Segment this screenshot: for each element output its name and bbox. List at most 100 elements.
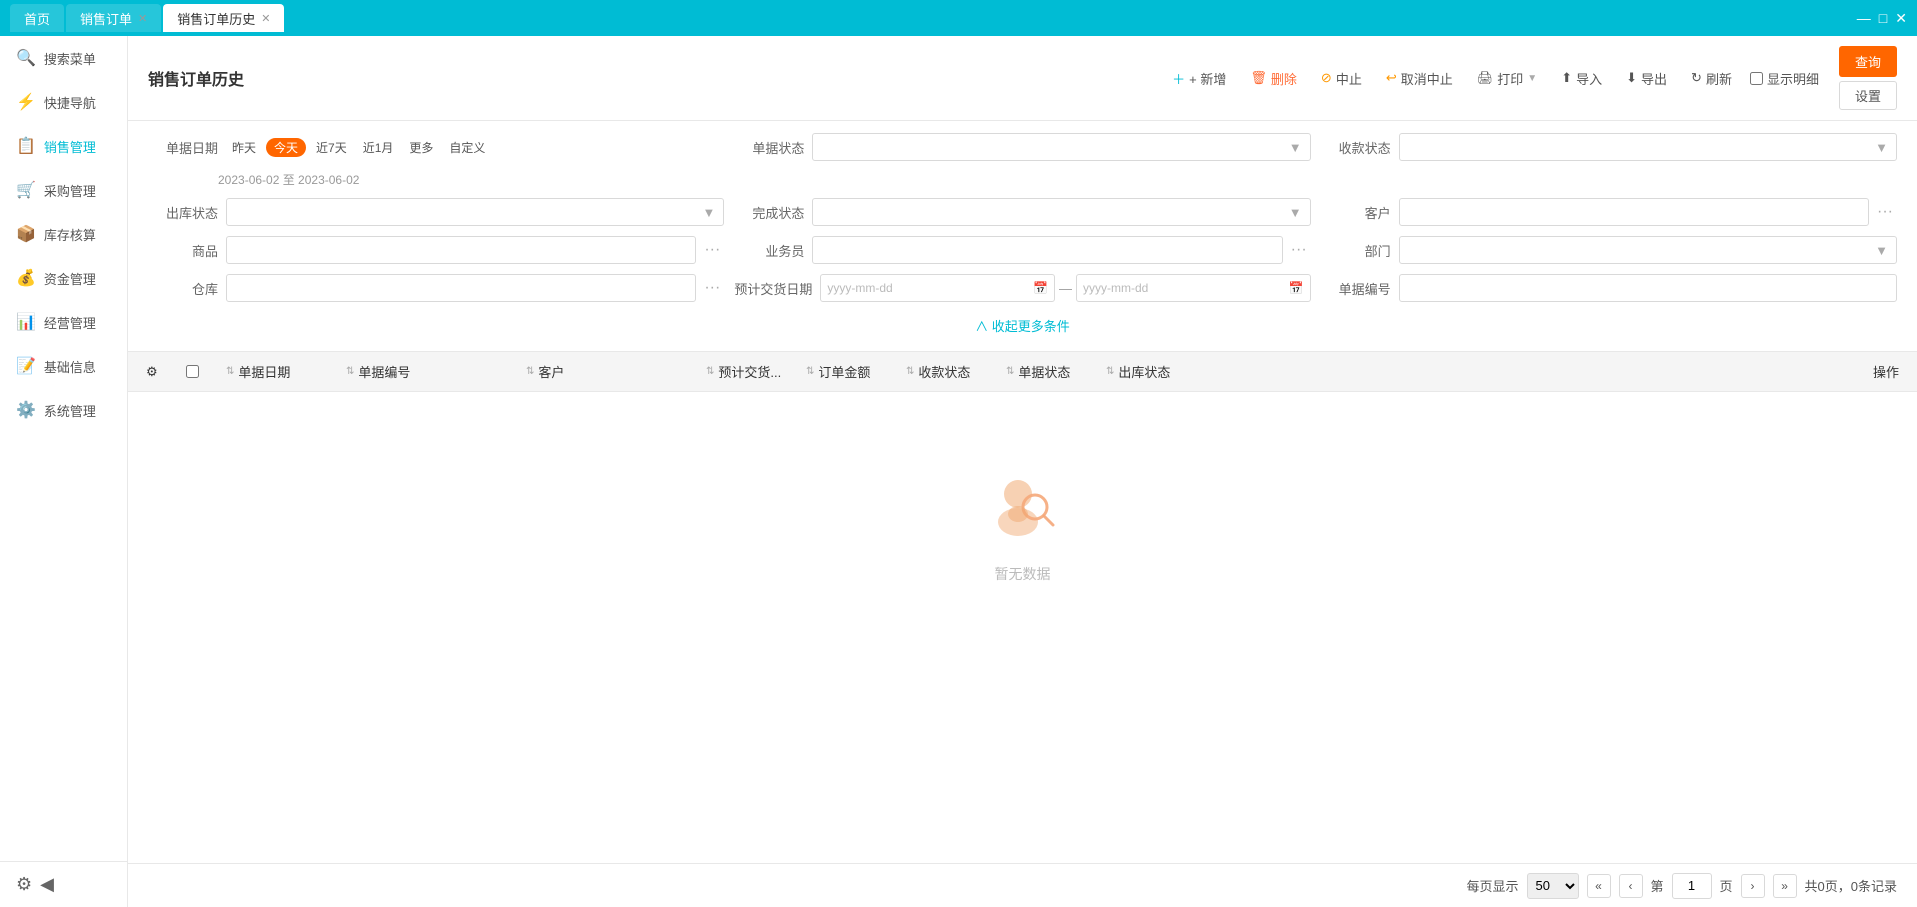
sort-order-status-icon[interactable]: ⇅ <box>1006 366 1014 377</box>
salesperson-input[interactable] <box>812 236 1282 264</box>
import-button[interactable]: ⬆ 导入 <box>1555 65 1608 92</box>
sidebar-item-sys-mgmt[interactable]: ⚙️ 系统管理 <box>0 388 127 432</box>
tab-home[interactable]: 首页 <box>10 4 64 32</box>
page-label: 第 <box>1651 876 1664 895</box>
th-checkbox[interactable] <box>178 365 218 378</box>
sidebar-item-capital-mgmt[interactable]: 💰 资金管理 <box>0 256 127 300</box>
sidebar-item-basic-info[interactable]: 📝 基础信息 <box>0 344 127 388</box>
date-today[interactable]: 今天 <box>266 138 306 157</box>
sort-amount-icon[interactable]: ⇅ <box>806 366 814 377</box>
warehouse-dots[interactable]: ··· <box>700 279 724 297</box>
stop-icon: ⊘ <box>1321 70 1332 86</box>
salesperson-dots[interactable]: ··· <box>1287 241 1311 259</box>
department-select[interactable]: ▼ <box>1399 236 1897 264</box>
empty-text: 暂无数据 <box>995 564 1051 584</box>
new-button[interactable]: ＋ + 新增 <box>1166 65 1232 92</box>
print-label: 打印 <box>1497 69 1523 88</box>
page-number-input[interactable] <box>1672 873 1712 899</box>
date-7days[interactable]: 近7天 <box>310 137 353 158</box>
date-1month[interactable]: 近1月 <box>357 137 400 158</box>
close-window-icon[interactable]: ✕ <box>1895 10 1907 27</box>
refresh-label: 刷新 <box>1706 69 1732 88</box>
order-no-label: 单据编号 <box>1321 279 1391 298</box>
tab-sales-history[interactable]: 销售订单历史 ✕ <box>163 4 284 32</box>
sidebar-item-quick-nav[interactable]: ⚡ 快捷导航 <box>0 80 127 124</box>
display-detail-checkbox[interactable] <box>1750 72 1763 85</box>
customer-dots[interactable]: ··· <box>1873 203 1897 221</box>
empty-illustration <box>973 452 1073 552</box>
minimize-icon[interactable]: — <box>1857 10 1871 26</box>
receipt-status-select[interactable]: ▼ <box>1399 133 1897 161</box>
customer-input[interactable] <box>1399 198 1869 226</box>
last-page-icon: » <box>1781 879 1788 893</box>
settings-bottom-icon[interactable]: ⚙ <box>16 874 32 895</box>
calendar-start-icon: 📅 <box>1033 281 1048 295</box>
sidebar-item-biz-mgmt[interactable]: 📊 经营管理 <box>0 300 127 344</box>
delivery-date-start[interactable]: yyyy-mm-dd 📅 <box>820 274 1055 302</box>
goods-input[interactable] <box>226 236 696 264</box>
sidebar-item-search-menu[interactable]: 🔍 搜索菜单 <box>0 36 127 80</box>
sort-customer-icon[interactable]: ⇅ <box>526 366 534 377</box>
out-status-select[interactable]: ▼ <box>226 198 724 226</box>
import-icon: ⬆ <box>1561 70 1572 86</box>
print-button[interactable]: 🖨 打印 ▼ <box>1471 65 1543 92</box>
settings-button[interactable]: 设置 <box>1839 81 1897 110</box>
tab-sales-order-close[interactable]: ✕ <box>138 12 147 25</box>
next-page-button[interactable]: › <box>1741 874 1765 898</box>
date-custom[interactable]: 自定义 <box>443 137 491 158</box>
display-detail-label: 显示明细 <box>1767 69 1819 88</box>
complete-status-select[interactable]: ▼ <box>812 198 1310 226</box>
table-header: ⚙ ⇅ 单据日期 ⇅ 单据编号 ⇅ 客户 ⇅ <box>128 352 1917 392</box>
maximize-icon[interactable]: □ <box>1879 10 1887 26</box>
sys-mgmt-icon: ⚙️ <box>16 400 36 420</box>
page-title: 销售订单历史 <box>148 66 244 90</box>
goods-dots[interactable]: ··· <box>700 241 724 259</box>
sidebar-item-inventory-label: 库存核算 <box>44 225 96 244</box>
sort-date-icon[interactable]: ⇅ <box>226 366 234 377</box>
sidebar-item-sales-mgmt[interactable]: 📋 销售管理 <box>0 124 127 168</box>
per-page-select[interactable]: 50 10 20 100 <box>1527 873 1579 899</box>
export-button[interactable]: ⬇ 导出 <box>1620 65 1673 92</box>
sidebar-item-purchase-mgmt[interactable]: 🛒 采购管理 <box>0 168 127 212</box>
order-no-input[interactable] <box>1399 274 1897 302</box>
cancel-stop-button[interactable]: ↩ 取消中止 <box>1380 65 1459 92</box>
query-button[interactable]: 查询 <box>1839 46 1897 77</box>
basic-info-icon: 📝 <box>16 356 36 376</box>
order-status-select[interactable]: ▼ <box>812 133 1310 161</box>
tab-sales-order[interactable]: 销售订单 ✕ <box>66 4 161 32</box>
date-range-text: 2023-06-02 至 2023-06-02 <box>218 173 359 187</box>
purchase-mgmt-icon: 🛒 <box>16 180 36 200</box>
sidebar-item-capital-mgmt-label: 资金管理 <box>44 269 96 288</box>
th-settings[interactable]: ⚙ <box>138 364 178 380</box>
sort-receipt-icon[interactable]: ⇅ <box>906 366 914 377</box>
tab-sales-order-label: 销售订单 <box>80 9 132 28</box>
prev-page-button[interactable]: ‹ <box>1619 874 1643 898</box>
pagination: 每页显示 50 10 20 100 « ‹ 第 页 › » 共0页，0条记录 <box>128 863 1917 907</box>
refresh-button[interactable]: ↻ 刷新 <box>1685 65 1738 92</box>
sort-delivery-icon[interactable]: ⇅ <box>706 366 714 377</box>
warehouse-input[interactable] <box>226 274 696 302</box>
new-icon: ＋ <box>1172 69 1185 88</box>
import-label: 导入 <box>1576 69 1602 88</box>
sidebar-item-inventory[interactable]: 📦 库存核算 <box>0 212 127 256</box>
collapse-filters[interactable]: ∧ 收起更多条件 <box>148 312 1897 339</box>
sort-num-icon[interactable]: ⇅ <box>346 366 354 377</box>
next-page-icon: › <box>1751 879 1755 893</box>
display-detail-check[interactable]: 显示明细 <box>1750 69 1819 88</box>
date-more[interactable]: 更多 <box>403 137 439 158</box>
th-order-status: ⇅ 单据状态 <box>998 362 1098 381</box>
delivery-date-end[interactable]: yyyy-mm-dd 📅 <box>1076 274 1311 302</box>
complete-status-label: 完成状态 <box>734 203 804 222</box>
select-all-checkbox[interactable] <box>186 365 199 378</box>
stop-button[interactable]: ⊘ 中止 <box>1315 65 1368 92</box>
first-page-button[interactable]: « <box>1587 874 1611 898</box>
last-page-button[interactable]: » <box>1773 874 1797 898</box>
collapse-sidebar-icon[interactable]: ◀ <box>40 874 54 895</box>
th-customer: ⇅ 客户 <box>518 362 698 381</box>
tab-sales-history-close[interactable]: ✕ <box>261 12 270 25</box>
sort-out-status-icon[interactable]: ⇅ <box>1106 366 1114 377</box>
out-status-chevron: ▼ <box>702 205 715 220</box>
cancel-stop-label: 取消中止 <box>1401 69 1453 88</box>
date-yesterday[interactable]: 昨天 <box>226 137 262 158</box>
delete-button[interactable]: 🗑 删除 <box>1244 65 1303 92</box>
